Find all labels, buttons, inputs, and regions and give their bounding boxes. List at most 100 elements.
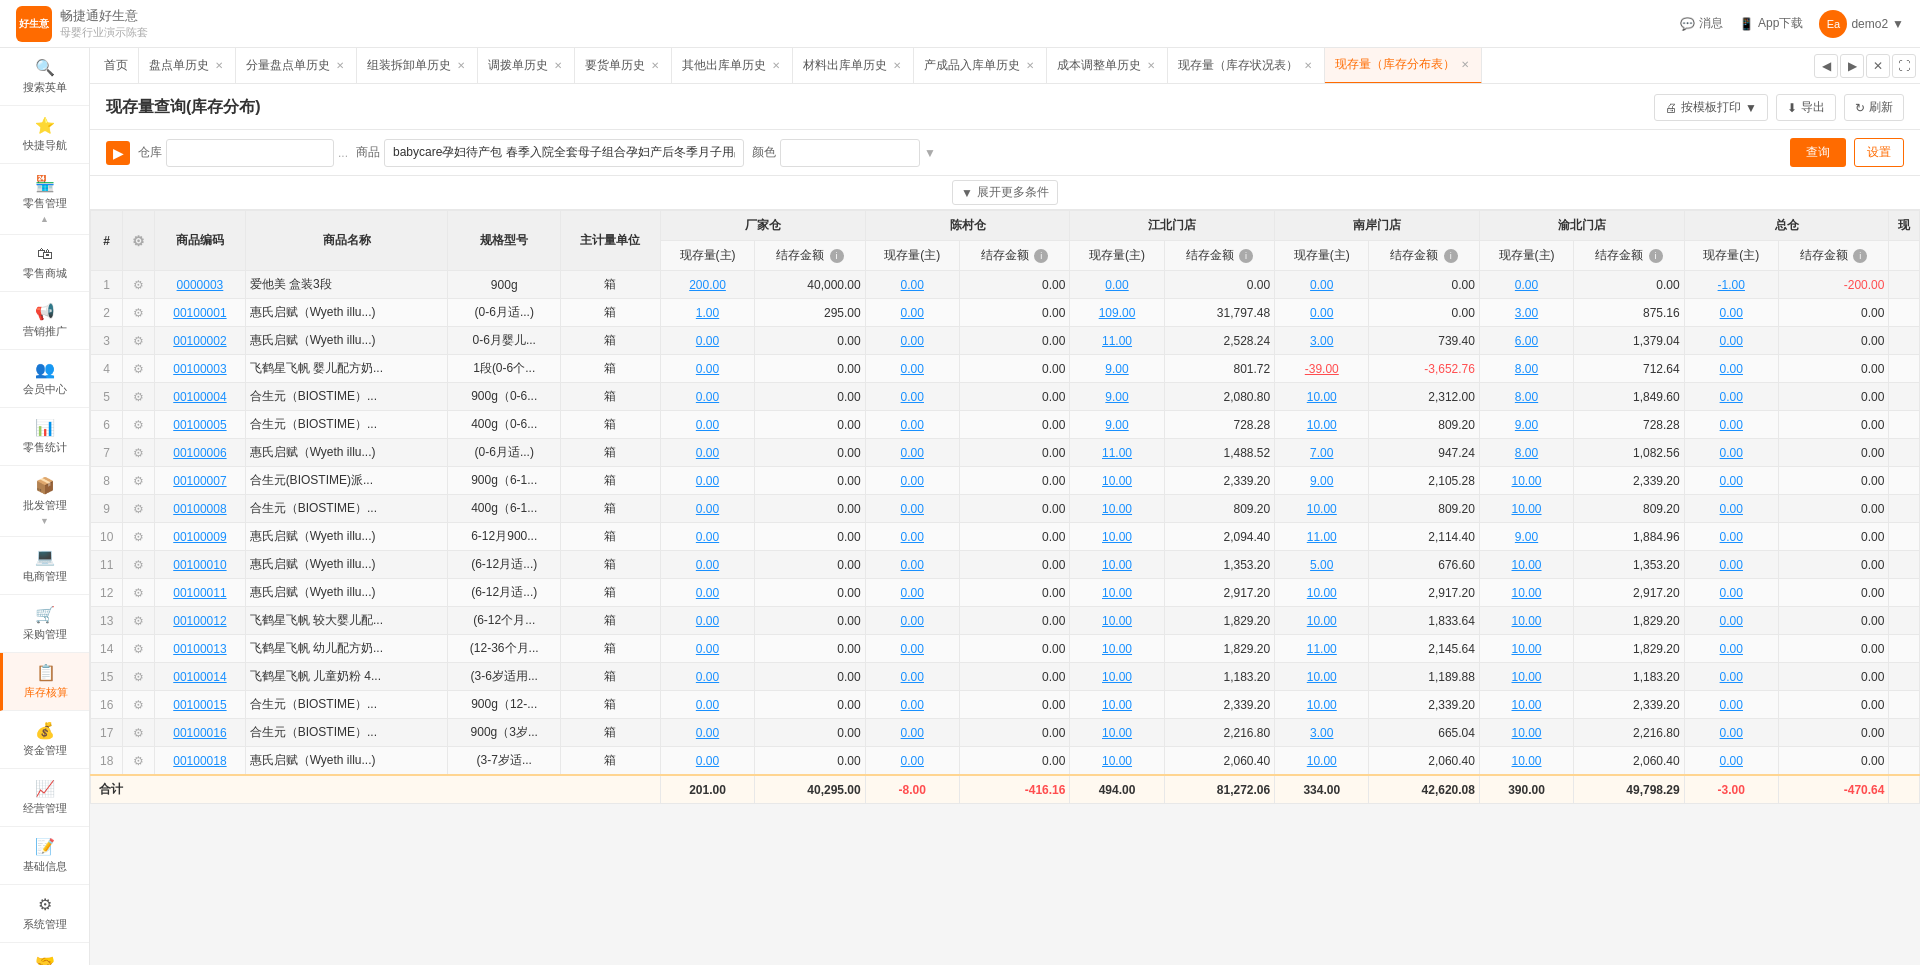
tab-close-cost-adjust[interactable]: ✕	[1145, 59, 1157, 72]
tab-material-out[interactable]: 材料出库单历史 ✕	[793, 48, 914, 84]
col-subheader-jiangbei-amt: 结存金额 i	[1164, 241, 1275, 271]
row-gear[interactable]: ⚙	[123, 271, 155, 299]
sidebar-item-marketing[interactable]: 📢 营销推广	[0, 292, 89, 350]
message-btn[interactable]: 💬 消息	[1680, 15, 1723, 32]
tab-stock-dist[interactable]: 现存量（库存分布表） ✕	[1325, 48, 1482, 84]
row-gear[interactable]: ⚙	[123, 607, 155, 635]
sidebar-item-retail-stat[interactable]: 📊 零售统计	[0, 408, 89, 466]
tab-prev-btn[interactable]: ◀	[1814, 54, 1838, 78]
sidebar-item-basic[interactable]: 📝 基础信息	[0, 827, 89, 885]
tab-cost-adjust[interactable]: 成本调整单历史 ✕	[1047, 48, 1168, 84]
user-menu[interactable]: Ea demo2 ▼	[1819, 10, 1904, 38]
table-row: 1 ⚙ 0000003 爱他美 盒装3段 900g 箱 200.00 40,00…	[91, 271, 1920, 299]
tab-home[interactable]: 首页	[94, 48, 139, 84]
goods-input[interactable]	[384, 139, 744, 167]
table-row: 17 ⚙ 00100016 合生元（BIOSTIME）... 900g（3岁..…	[91, 719, 1920, 747]
tab-next-btn[interactable]: ▶	[1840, 54, 1864, 78]
col-header-code: 商品编码	[155, 211, 245, 271]
tab-close-inventory-point[interactable]: ✕	[334, 59, 346, 72]
star-icon: ⭐	[35, 116, 55, 135]
tab-close-demand[interactable]: ✕	[649, 59, 661, 72]
sidebar-item-collab[interactable]: 🤝 企业协同	[0, 943, 89, 965]
warehouse-input[interactable]	[166, 139, 334, 167]
sidebar-item-retail[interactable]: 🏪 零售管理 ▲	[0, 164, 89, 235]
row-gear[interactable]: ⚙	[123, 495, 155, 523]
tab-assembly[interactable]: 组装拆卸单历史 ✕	[357, 48, 478, 84]
row-gear[interactable]: ⚙	[123, 719, 155, 747]
row-gear[interactable]: ⚙	[123, 691, 155, 719]
row-gear[interactable]: ⚙	[123, 411, 155, 439]
megaphone-icon: 📢	[35, 302, 55, 321]
row-name: 爱他美 盒装3段	[245, 271, 448, 299]
tab-close-stock-status[interactable]: ✕	[1302, 59, 1314, 72]
row-gear[interactable]: ⚙	[123, 327, 155, 355]
sidebar-item-finance[interactable]: 💰 资金管理	[0, 711, 89, 769]
tab-close-transfer[interactable]: ✕	[552, 59, 564, 72]
sidebar-item-shortcut[interactable]: ⭐ 快捷导航	[0, 106, 89, 164]
row-chenjiang-amt: 0.00	[959, 635, 1070, 663]
tab-transfer[interactable]: 调拨单历史 ✕	[478, 48, 575, 84]
row-total-amt: 0.00	[1778, 747, 1889, 776]
sidebar-item-retail-store[interactable]: 🛍 零售商城	[0, 235, 89, 292]
row-gear[interactable]: ⚙	[123, 551, 155, 579]
row-gear[interactable]: ⚙	[123, 383, 155, 411]
sidebar-item-system[interactable]: ⚙ 系统管理	[0, 885, 89, 943]
row-chenjiang-amt: 0.00	[959, 411, 1070, 439]
tab-stock-status[interactable]: 现存量（库存状况表） ✕	[1168, 48, 1325, 84]
sidebar-item-member[interactable]: 👥 会员中心	[0, 350, 89, 408]
tab-close-assembly[interactable]: ✕	[455, 59, 467, 72]
sidebar-item-wholesale[interactable]: 📦 批发管理 ▼	[0, 466, 89, 537]
tab-other-out[interactable]: 其他出库单历史 ✕	[672, 48, 793, 84]
tab-maximize-btn[interactable]: ⛶	[1892, 54, 1916, 78]
tab-product-in[interactable]: 产成品入库单历史 ✕	[914, 48, 1047, 84]
color-input[interactable]	[780, 139, 920, 167]
app-download-btn[interactable]: 📱 App下载	[1739, 15, 1803, 32]
sidebar-item-purchase[interactable]: 🛒 采购管理	[0, 595, 89, 653]
row-gear[interactable]: ⚙	[123, 747, 155, 776]
sidebar-item-search[interactable]: 🔍 搜索英单	[0, 48, 89, 106]
row-factory-amt: 0.00	[755, 691, 866, 719]
refresh-button[interactable]: ↻ 刷新	[1844, 94, 1904, 121]
tab-inventory-point[interactable]: 分量盘点单历史 ✕	[236, 48, 357, 84]
row-yubeizhou-qty: 10.00	[1479, 607, 1573, 635]
sidebar-item-ecom[interactable]: 💻 电商管理	[0, 537, 89, 595]
table-container[interactable]: # ⚙ 商品编码 商品名称 规格型号 主计量单位 厂家仓 陈村仓 江北门店 南岸…	[90, 210, 1920, 965]
tab-close-product-in[interactable]: ✕	[1024, 59, 1036, 72]
tab-demand[interactable]: 要货单历史 ✕	[575, 48, 672, 84]
sidebar-item-inventory[interactable]: 📋 库存核算	[0, 653, 89, 711]
row-gear[interactable]: ⚙	[123, 439, 155, 467]
row-gear[interactable]: ⚙	[123, 635, 155, 663]
setting-button[interactable]: 设置	[1854, 138, 1904, 167]
row-chenjiang-amt: 0.00	[959, 691, 1070, 719]
export-button[interactable]: ⬇ 导出	[1776, 94, 1836, 121]
row-gear[interactable]: ⚙	[123, 467, 155, 495]
col-subheader-nanan-qty: 现存量(主)	[1275, 241, 1369, 271]
row-nanan-amt: 809.20	[1369, 495, 1480, 523]
tab-close-material-out[interactable]: ✕	[891, 59, 903, 72]
tab-close-all-btn[interactable]: ✕	[1866, 54, 1890, 78]
row-gear[interactable]: ⚙	[123, 663, 155, 691]
print-button[interactable]: 🖨 按模板打印 ▼	[1654, 94, 1768, 121]
row-gear[interactable]: ⚙	[123, 355, 155, 383]
row-gear[interactable]: ⚙	[123, 523, 155, 551]
table-row: 3 ⚙ 00100002 惠氏启赋（Wyeth illu...) 0-6月婴儿.…	[91, 327, 1920, 355]
tab-close-other-out[interactable]: ✕	[770, 59, 782, 72]
expand-conditions-btn[interactable]: ▼ 展开更多条件	[952, 180, 1058, 205]
sidebar-item-operation[interactable]: 📈 经营管理	[0, 769, 89, 827]
row-yubeizhou-amt: 1,379.04	[1574, 327, 1685, 355]
tab-close-inventory-check[interactable]: ✕	[213, 59, 225, 72]
query-button[interactable]: 查询	[1790, 138, 1846, 167]
tab-close-stock-dist[interactable]: ✕	[1459, 58, 1471, 71]
row-factory-amt: 0.00	[755, 551, 866, 579]
row-code: 00100013	[155, 635, 245, 663]
row-num: 8	[91, 467, 123, 495]
row-total-qty: 0.00	[1684, 327, 1778, 355]
color-label: 颜色	[752, 144, 776, 161]
filter-toggle-btn[interactable]: ▶	[106, 141, 130, 165]
row-factory-qty: 0.00	[660, 607, 754, 635]
col-subheader-total-amt: 结存金额 i	[1778, 241, 1889, 271]
row-gear[interactable]: ⚙	[123, 579, 155, 607]
row-gear[interactable]: ⚙	[123, 299, 155, 327]
tab-inventory-check[interactable]: 盘点单历史 ✕	[139, 48, 236, 84]
row-factory-amt: 0.00	[755, 495, 866, 523]
